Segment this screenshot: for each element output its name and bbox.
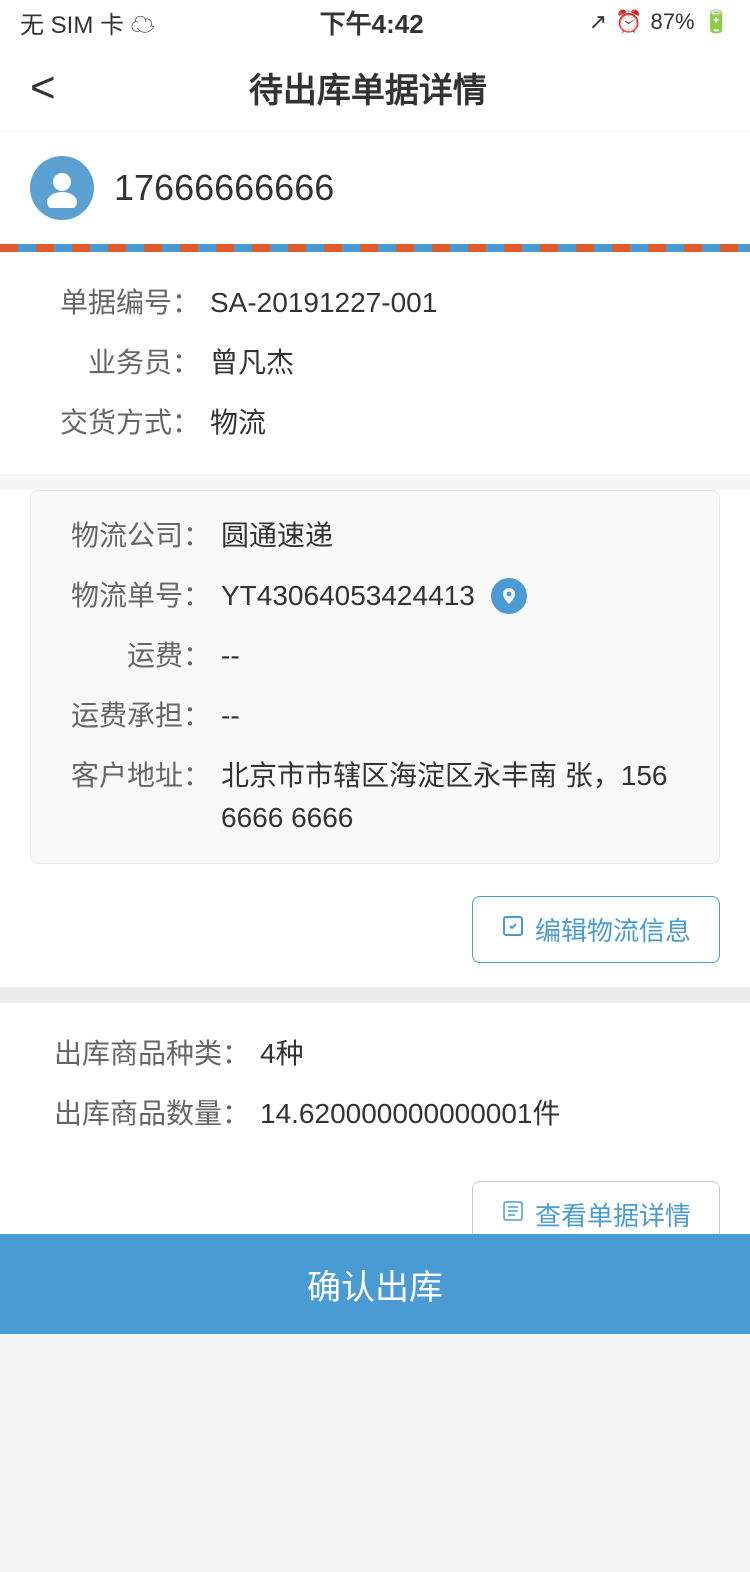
freight-bearer-label: 运费承担： — [51, 695, 211, 737]
doc-number-value: SA-20191227-001 — [200, 282, 710, 324]
status-time: 下午4:42 — [320, 4, 424, 41]
list-icon — [501, 1199, 525, 1230]
customer-phone: 17666666666 — [114, 167, 334, 209]
delivery-row: 交货方式： 物流 — [40, 402, 710, 444]
doc-number-label: 单据编号： — [40, 282, 200, 324]
address-value: 北京市市辖区海淀区永丰南 张，156 6666 6666 — [211, 755, 699, 839]
edit-logistics-label: 编辑物流信息 — [535, 911, 691, 948]
doc-number-row: 单据编号： SA-20191227-001 — [40, 282, 710, 324]
confirm-bar[interactable]: 确认出库 — [0, 1234, 750, 1334]
edit-logistics-button[interactable]: 编辑物流信息 — [472, 896, 720, 963]
salesperson-value: 曾凡杰 — [200, 342, 710, 384]
goods-quantity-row: 出库商品数量： 14.620000000000001件 — [40, 1093, 710, 1135]
sim-wifi-text: 无 SIM 卡 ☁ — [20, 5, 155, 40]
status-left: 无 SIM 卡 ☁ — [20, 5, 155, 40]
edit-icon — [501, 914, 525, 945]
goods-type-row: 出库商品种类： 4种 — [40, 1033, 710, 1075]
alarm-icon: ⏰ — [615, 9, 642, 35]
logistics-company-value: 圆通速递 — [211, 515, 699, 557]
order-info-section: 单据编号： SA-20191227-001 业务员： 曾凡杰 交货方式： 物流 — [0, 252, 750, 474]
customer-header: 17666666666 — [0, 132, 750, 244]
freight-row: 运费： -- — [51, 635, 699, 677]
logistics-company-label: 物流公司： — [51, 515, 211, 557]
goods-quantity-label: 出库商品数量： — [40, 1093, 250, 1135]
logistics-company-row: 物流公司： 圆通速递 — [51, 515, 699, 557]
nav-bar: < 待出库单据详情 — [0, 44, 750, 132]
delivery-value: 物流 — [200, 402, 710, 444]
goods-type-label: 出库商品种类： — [40, 1033, 250, 1075]
freight-bearer-row: 运费承担： -- — [51, 695, 699, 737]
goods-quantity-value: 14.620000000000001件 — [250, 1093, 710, 1135]
location-pin-icon[interactable] — [491, 578, 527, 614]
freight-bearer-value: -- — [211, 695, 699, 737]
section-separator — [0, 987, 750, 1003]
tracking-label: 物流单号： — [51, 575, 211, 617]
dashed-separator — [0, 244, 750, 252]
view-detail-label: 查看单据详情 — [535, 1196, 691, 1233]
freight-label: 运费： — [51, 635, 211, 677]
battery-text: 87% — [651, 9, 695, 35]
address-label: 客户地址： — [51, 755, 211, 797]
location-icon: ↗ — [589, 9, 607, 35]
status-bar: 无 SIM 卡 ☁ 下午4:42 ↗ ⏰ 87% 🔋 — [0, 0, 750, 44]
goods-type-value: 4种 — [250, 1033, 710, 1075]
user-icon — [42, 168, 82, 208]
address-row: 客户地址： 北京市市辖区海淀区永丰南 张，156 6666 6666 — [51, 755, 699, 839]
avatar — [30, 156, 94, 220]
tracking-row: 物流单号： YT43064053424413 — [51, 575, 699, 617]
tracking-number-text: YT43064053424413 — [221, 575, 475, 617]
salesperson-label: 业务员： — [40, 342, 200, 384]
logistics-card: 物流公司： 圆通速递 物流单号： YT43064053424413 — [30, 490, 720, 864]
salesperson-row: 业务员： 曾凡杰 — [40, 342, 710, 384]
page-title: 待出库单据详情 — [76, 63, 660, 112]
delivery-label: 交货方式： — [40, 402, 200, 444]
edit-logistics-container: 编辑物流信息 — [0, 880, 750, 987]
status-right: ↗ ⏰ 87% 🔋 — [589, 9, 730, 35]
goods-section: 出库商品种类： 4种 出库商品数量： 14.620000000000001件 — [0, 1003, 750, 1165]
back-button[interactable]: < — [30, 63, 56, 113]
freight-value: -- — [211, 635, 699, 677]
battery-icon: 🔋 — [703, 9, 730, 35]
confirm-button-label: 确认出库 — [307, 1260, 443, 1309]
tracking-value-container: YT43064053424413 — [211, 575, 699, 617]
